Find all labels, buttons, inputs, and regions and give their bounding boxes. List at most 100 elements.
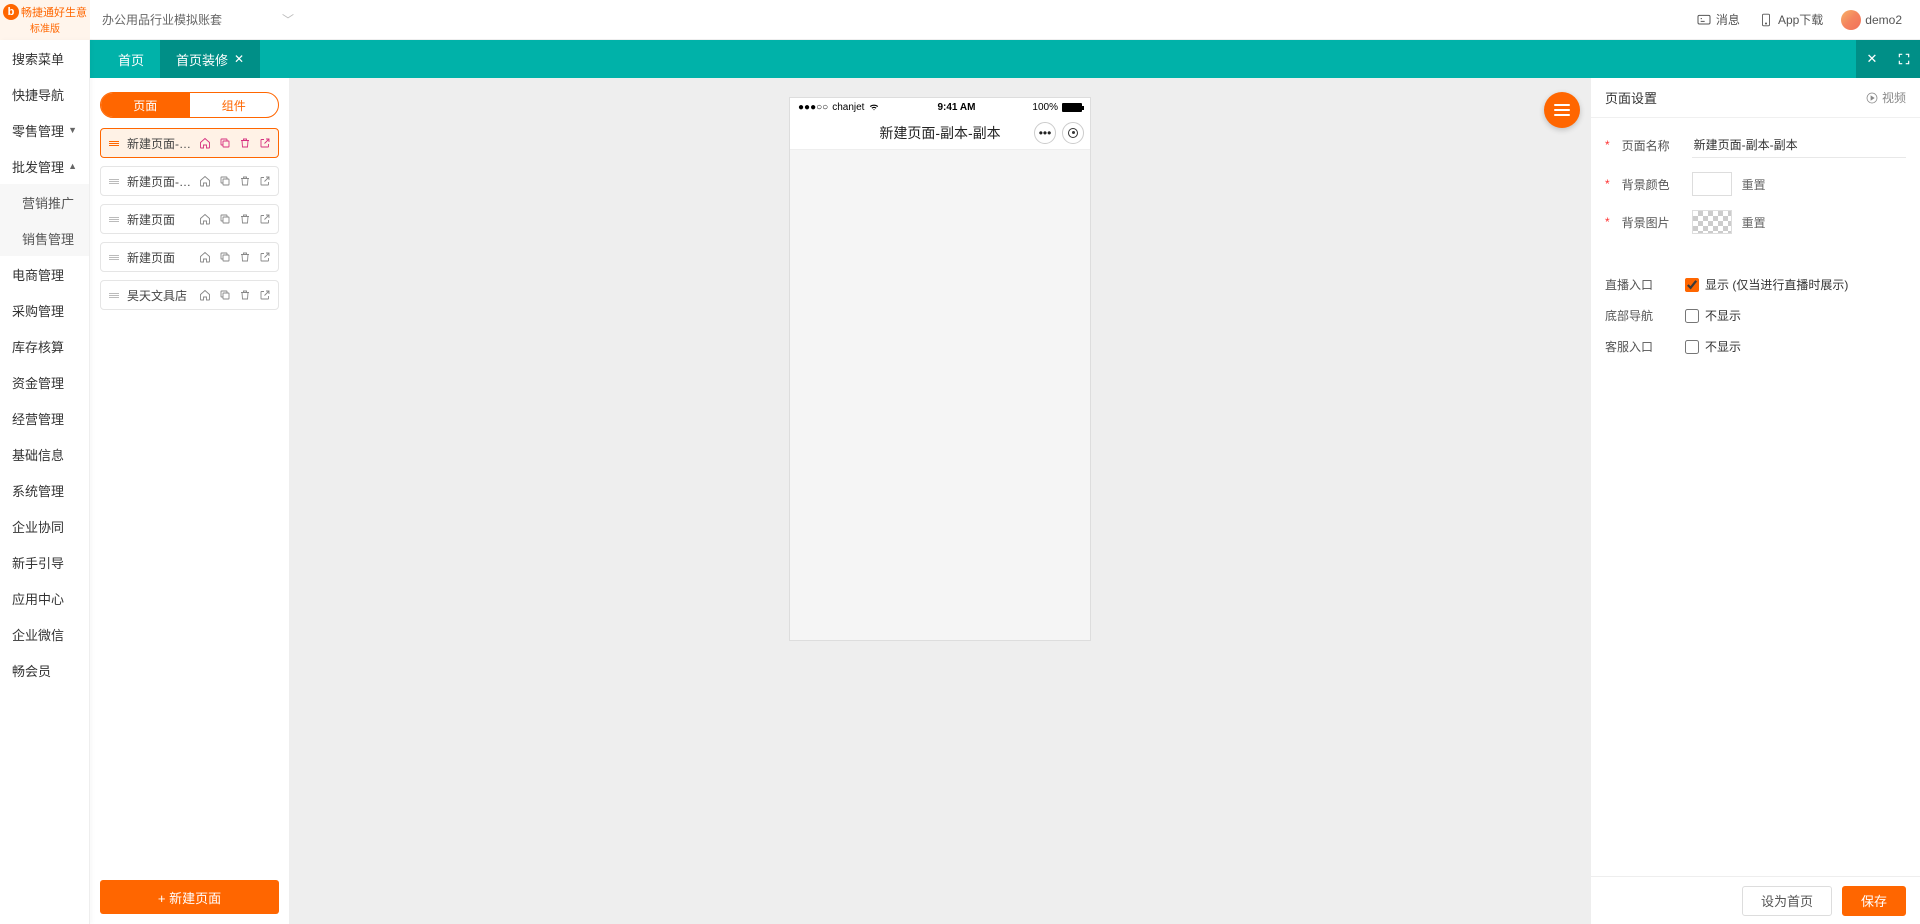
chevron-down-icon: ﹀ (282, 11, 294, 28)
field-bottom-nav: 底部导航 不显示 (1605, 307, 1906, 324)
home-icon[interactable] (198, 136, 212, 150)
page-item[interactable]: 新建页面-副本... (100, 128, 279, 158)
sidebar-item-member[interactable]: 畅会员 (0, 652, 89, 688)
sidebar-item-ecommerce[interactable]: 电商管理 (0, 256, 89, 292)
segment-page[interactable]: 页面 (101, 93, 190, 117)
bottomnav-checkbox[interactable]: 不显示 (1685, 307, 1741, 324)
phone-preview: ●●●○○ chanjet 9:41 AM 100% (790, 98, 1090, 640)
page-item[interactable]: 新建页面 (100, 204, 279, 234)
sidebar-item-purchase[interactable]: 采购管理 (0, 292, 89, 328)
drag-handle-icon[interactable] (107, 217, 121, 222)
caret-down-icon: ▼ (68, 125, 77, 135)
target-icon[interactable] (1062, 122, 1084, 144)
user-menu[interactable]: demo2 (1841, 10, 1902, 30)
sidebar-item-system[interactable]: 系统管理 (0, 472, 89, 508)
save-button[interactable]: 保存 (1842, 886, 1906, 916)
messages-label: 消息 (1716, 11, 1740, 28)
sidebar-item-funds[interactable]: 资金管理 (0, 364, 89, 400)
home-icon[interactable] (198, 288, 212, 302)
phone-statusbar: ●●●○○ chanjet 9:41 AM 100% (790, 98, 1090, 116)
sidebar-item-wholesale[interactable]: 批发管理▲ (0, 148, 89, 184)
bgcolor-swatch[interactable] (1692, 172, 1732, 196)
tab-close-all[interactable]: ✕ (1856, 40, 1888, 78)
sidebar-item-quicknav[interactable]: 快捷导航 (0, 76, 89, 112)
fullscreen-icon[interactable] (1888, 40, 1920, 78)
delete-icon[interactable] (238, 212, 252, 226)
bgimg-reset[interactable]: 重置 (1742, 214, 1766, 231)
page-item[interactable]: 昊天文具店 (100, 280, 279, 310)
sidebar-item-enterprise[interactable]: 企业协同 (0, 508, 89, 544)
video-link[interactable]: 视频 (1866, 89, 1906, 106)
copy-icon[interactable] (218, 174, 232, 188)
phone-body[interactable] (790, 150, 1090, 640)
cs-checkbox[interactable]: 不显示 (1685, 338, 1741, 355)
share-icon[interactable] (258, 212, 272, 226)
page-item-name: 新建页面-副本... (127, 135, 192, 152)
copy-icon[interactable] (218, 288, 232, 302)
logo-text: 畅捷通好生意 (21, 4, 87, 20)
sidebar-item-guide[interactable]: 新手引导 (0, 544, 89, 580)
app-download-link[interactable]: App下载 (1758, 11, 1823, 28)
share-icon[interactable] (258, 250, 272, 264)
logo[interactable]: b 畅捷通好生意 标准版 (0, 0, 90, 40)
logo-subtitle: 标准版 (30, 20, 60, 35)
delete-icon[interactable] (238, 174, 252, 188)
page-item[interactable]: 新建页面 (100, 242, 279, 272)
tab-home[interactable]: 首页 (102, 40, 160, 78)
delete-icon[interactable] (238, 136, 252, 150)
copy-icon[interactable] (218, 136, 232, 150)
user-name: demo2 (1865, 13, 1902, 27)
field-page-name: * 页面名称 (1605, 132, 1906, 158)
sidebar-item-inventory[interactable]: 库存核算 (0, 328, 89, 364)
canvas: ●●●○○ chanjet 9:41 AM 100% (290, 78, 1590, 924)
copy-icon[interactable] (218, 212, 232, 226)
home-icon[interactable] (198, 250, 212, 264)
home-icon[interactable] (198, 174, 212, 188)
battery-icon (1062, 103, 1082, 112)
account-selector[interactable]: 办公用品行业模拟账套 ﹀ (102, 11, 294, 28)
page-item[interactable]: 新建页面-副本 (100, 166, 279, 196)
page-list: 新建页面-副本...新建页面-副本新建页面新建页面昊天文具店 (100, 128, 279, 310)
bgimg-swatch[interactable] (1692, 210, 1732, 234)
page-item-name: 新建页面 (127, 249, 192, 266)
sidebar-item-retail[interactable]: 零售管理▼ (0, 112, 89, 148)
top-header: b 畅捷通好生意 标准版 办公用品行业模拟账套 ﹀ 消息 App下载 demo2 (0, 0, 1920, 40)
drag-handle-icon[interactable] (107, 255, 121, 260)
more-icon[interactable]: ••• (1034, 122, 1056, 144)
sidebar-item-operations[interactable]: 经营管理 (0, 400, 89, 436)
share-icon[interactable] (258, 136, 272, 150)
sidebar-item-wechat[interactable]: 企业微信 (0, 616, 89, 652)
pages-panel: 页面 组件 新建页面-副本...新建页面-副本新建页面新建页面昊天文具店 + 新… (90, 78, 290, 924)
new-page-button[interactable]: + 新建页面 (100, 880, 279, 914)
sidebar-item-sales[interactable]: 销售管理 (0, 220, 89, 256)
sidebar-item-marketing[interactable]: 营销推广 (0, 184, 89, 220)
share-icon[interactable] (258, 288, 272, 302)
live-checkbox[interactable]: 显示 (仅当进行直播时展示) (1685, 276, 1848, 293)
share-icon[interactable] (258, 174, 272, 188)
copy-icon[interactable] (218, 250, 232, 264)
delete-icon[interactable] (238, 288, 252, 302)
drag-handle-icon[interactable] (107, 179, 121, 184)
components-drawer-toggle[interactable] (1544, 92, 1580, 128)
page-name-input[interactable] (1692, 132, 1906, 158)
messages-link[interactable]: 消息 (1696, 11, 1740, 28)
set-home-button[interactable]: 设为首页 (1742, 886, 1832, 916)
phone-icon (1758, 12, 1774, 28)
sidebar-item-appcenter[interactable]: 应用中心 (0, 580, 89, 616)
bgcolor-reset[interactable]: 重置 (1742, 176, 1766, 193)
field-bgimg: * 背景图片 重置 (1605, 210, 1906, 234)
drag-handle-icon[interactable] (107, 293, 121, 298)
tab-decorate[interactable]: 首页装修 ✕ (160, 40, 260, 78)
field-live: 直播入口 显示 (仅当进行直播时展示) (1605, 276, 1906, 293)
sidebar-item-basic[interactable]: 基础信息 (0, 436, 89, 472)
sidebar-item-search[interactable]: 搜索菜单 (0, 40, 89, 76)
segment-control: 页面 组件 (100, 92, 279, 118)
home-icon[interactable] (198, 212, 212, 226)
segment-component[interactable]: 组件 (190, 93, 279, 117)
close-icon[interactable]: ✕ (234, 52, 244, 66)
header-right: 消息 App下载 demo2 (1696, 10, 1920, 30)
page-item-name: 昊天文具店 (127, 287, 192, 304)
drag-handle-icon[interactable] (107, 141, 121, 146)
delete-icon[interactable] (238, 250, 252, 264)
time-label: 9:41 AM (937, 102, 975, 113)
